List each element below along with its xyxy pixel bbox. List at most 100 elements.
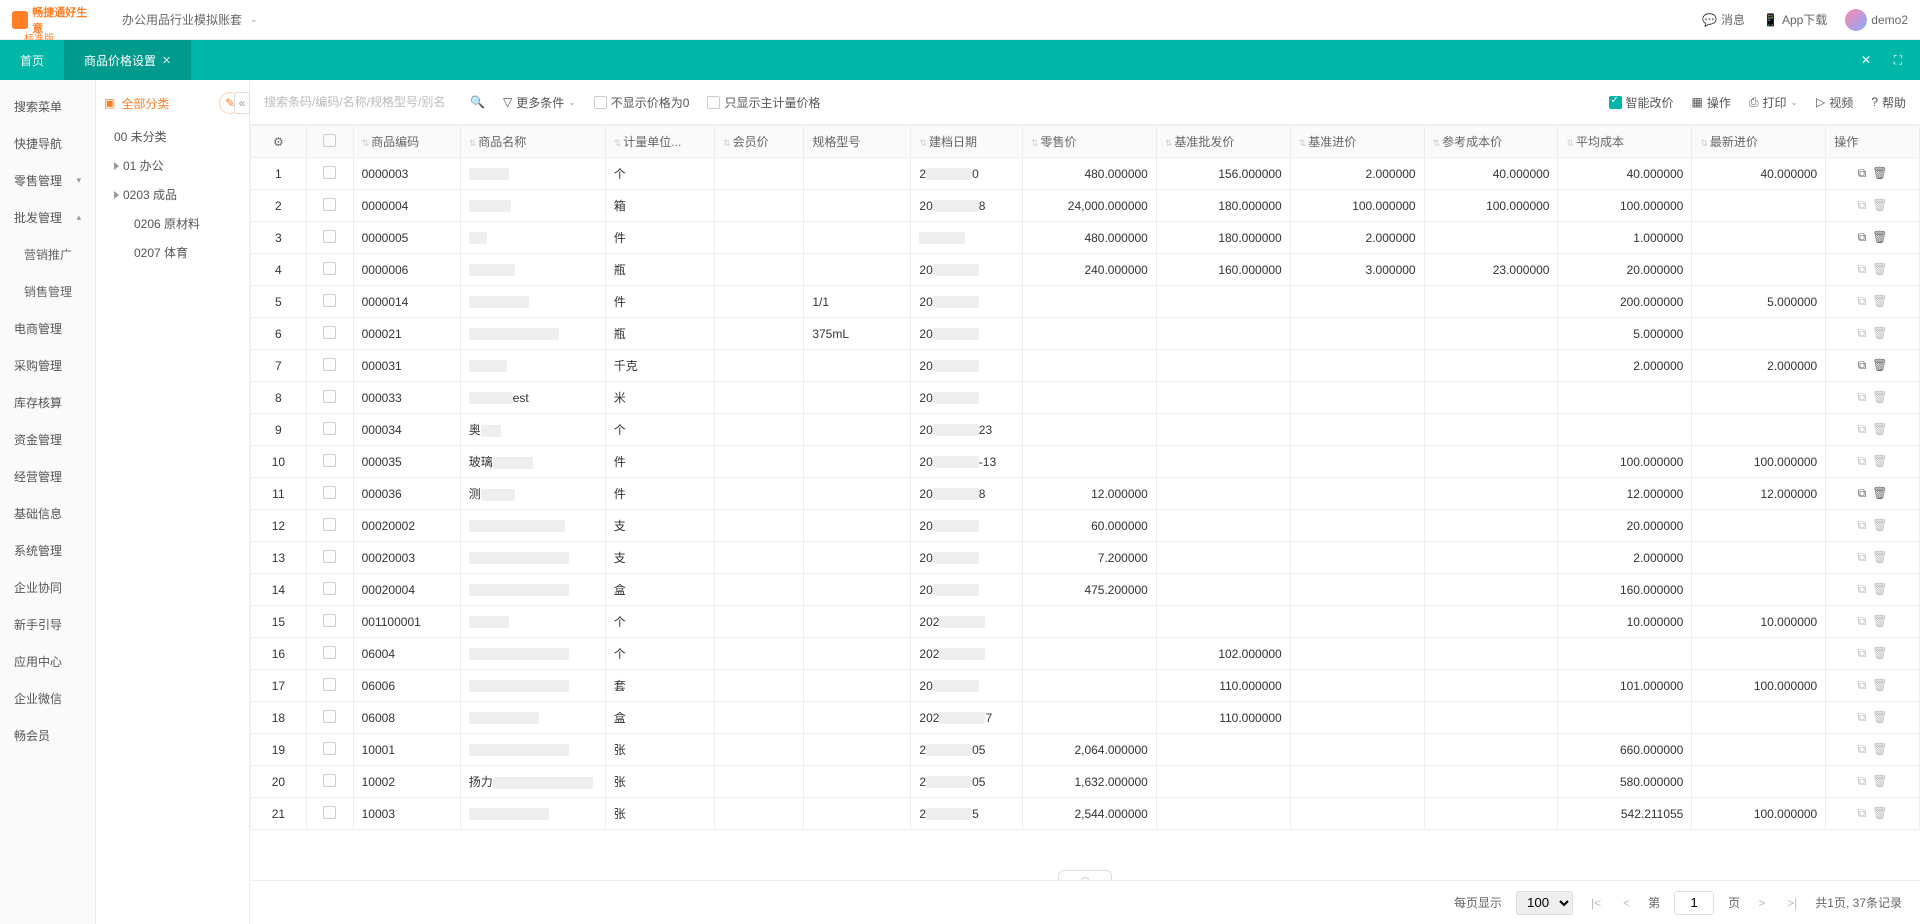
nav-item[interactable]: 畅会员 [0, 717, 95, 754]
copy-icon[interactable]: ⧉ [1858, 262, 1867, 277]
delete-icon[interactable]: 🗑 [1872, 390, 1887, 405]
copy-icon[interactable]: ⧉ [1858, 806, 1867, 821]
table-row[interactable]: 1200020002支2060.00000020.000000⧉🗑 [251, 510, 1920, 542]
next-page-button[interactable]: > [1754, 896, 1769, 910]
table-row[interactable]: 6000021瓶375mL205.000000⧉🗑 [251, 318, 1920, 350]
col-member[interactable]: ⇅会员价 [715, 126, 804, 158]
row-checkbox[interactable] [323, 454, 336, 467]
close-icon[interactable]: ✕ [162, 54, 171, 67]
row-checkbox[interactable] [323, 774, 336, 787]
row-checkbox[interactable] [323, 710, 336, 723]
table-row[interactable]: 50000014件1/120200.0000005.000000⧉🗑 [251, 286, 1920, 318]
copy-icon[interactable]: ⧉ [1858, 390, 1867, 405]
nav-item[interactable]: 快捷导航 [0, 125, 95, 162]
page-number-input[interactable] [1674, 891, 1714, 915]
table-row[interactable]: 9000034奥个2023⧉🗑 [251, 414, 1920, 446]
select-all-checkbox[interactable] [323, 134, 336, 147]
col-latest[interactable]: ⇅最新进价 [1692, 126, 1826, 158]
copy-icon[interactable]: ⧉ [1858, 198, 1867, 213]
delete-icon[interactable]: 🗑 [1872, 454, 1887, 469]
delete-icon[interactable]: 🗑 [1872, 582, 1887, 597]
col-avgcost[interactable]: ⇅平均成本 [1558, 126, 1692, 158]
delete-icon[interactable]: 🗑 [1872, 422, 1887, 437]
row-checkbox[interactable] [323, 422, 336, 435]
collapse-panel-button[interactable]: « [234, 92, 250, 114]
row-checkbox[interactable] [323, 262, 336, 275]
print-button[interactable]: ⎙ 打印 ⌄ [1749, 94, 1798, 111]
video-button[interactable]: ▷ 视频 [1816, 94, 1853, 111]
nav-subitem[interactable]: 营销推广 [0, 236, 95, 273]
row-checkbox[interactable] [323, 742, 336, 755]
delete-icon[interactable]: 🗑 [1872, 166, 1887, 181]
delete-icon[interactable]: 🗑 [1872, 230, 1887, 245]
col-purchase[interactable]: ⇅基准进价 [1290, 126, 1424, 158]
copy-icon[interactable]: ⧉ [1858, 742, 1867, 757]
smart-price-button[interactable]: 智能改价 [1609, 94, 1674, 111]
page-size-select[interactable]: 100 [1516, 891, 1573, 915]
nav-item[interactable]: 新手引导 [0, 606, 95, 643]
copy-icon[interactable]: ⧉ [1858, 582, 1867, 597]
app-download-button[interactable]: 📱 App下载 [1763, 11, 1827, 28]
copy-icon[interactable]: ⧉ [1858, 550, 1867, 565]
last-page-button[interactable]: >| [1783, 896, 1801, 910]
copy-icon[interactable]: ⧉ [1858, 518, 1867, 533]
table-row[interactable]: 10000035玻璃件20-13100.000000100.000000⧉🗑 [251, 446, 1920, 478]
nav-item[interactable]: 企业微信 [0, 680, 95, 717]
delete-icon[interactable]: 🗑 [1872, 678, 1887, 693]
first-page-button[interactable]: |< [1587, 896, 1605, 910]
table-row[interactable]: 10000003个20480.000000156.0000002.0000004… [251, 158, 1920, 190]
table-row[interactable]: 1606004个202102.000000⧉🗑 [251, 638, 1920, 670]
copy-icon[interactable]: ⧉ [1858, 710, 1867, 725]
table-row[interactable]: 7000031千克202.0000002.000000⧉🗑 [251, 350, 1920, 382]
delete-icon[interactable]: 🗑 [1872, 774, 1887, 789]
col-chk[interactable] [306, 126, 353, 158]
nav-item[interactable]: 搜索菜单 [0, 88, 95, 125]
help-button[interactable]: ? 帮助 [1871, 94, 1906, 111]
row-checkbox[interactable] [323, 486, 336, 499]
prev-page-button[interactable]: < [1619, 896, 1634, 910]
col-date[interactable]: ⇅建档日期 [911, 126, 1023, 158]
table-row[interactable]: 8000033est米20⧉🗑 [251, 382, 1920, 414]
row-checkbox[interactable] [323, 198, 336, 211]
workspace-selector[interactable]: 办公用品行业模拟账套 ⌄ [122, 11, 258, 28]
copy-icon[interactable]: ⧉ [1858, 422, 1867, 437]
copy-icon[interactable]: ⧉ [1858, 358, 1867, 373]
col-spec[interactable]: 规格型号 [804, 126, 911, 158]
table-row[interactable]: 1910001张2052,064.000000660.000000⧉🗑 [251, 734, 1920, 766]
category-node[interactable]: 01 办公 [110, 151, 241, 180]
col-name[interactable]: ⇅商品名称 [460, 126, 605, 158]
row-checkbox[interactable] [323, 390, 336, 403]
copy-icon[interactable]: ⧉ [1858, 326, 1867, 341]
row-checkbox[interactable] [323, 294, 336, 307]
tab-home[interactable]: 首页 [0, 40, 64, 80]
category-node[interactable]: 0207 体育 [110, 238, 241, 267]
col-op[interactable]: 操作 [1826, 126, 1920, 158]
nav-item[interactable]: 企业协同 [0, 569, 95, 606]
nav-item[interactable]: 资金管理 [0, 421, 95, 458]
table-row[interactable]: 1300020003支207.2000002.000000⧉🗑 [251, 542, 1920, 574]
user-menu[interactable]: demo2 [1845, 9, 1908, 31]
nav-item[interactable]: 应用中心 [0, 643, 95, 680]
tab-close-all-button[interactable]: ✕ [1852, 46, 1880, 74]
copy-icon[interactable]: ⧉ [1858, 454, 1867, 469]
hide-zero-checkbox[interactable]: 不显示价格为0 [594, 94, 690, 111]
col-retail[interactable]: ⇅零售价 [1022, 126, 1156, 158]
delete-icon[interactable]: 🗑 [1872, 262, 1887, 277]
nav-item[interactable]: 电商管理 [0, 310, 95, 347]
delete-icon[interactable]: 🗑 [1872, 806, 1887, 821]
copy-icon[interactable]: ⧉ [1858, 486, 1867, 501]
row-checkbox[interactable] [323, 166, 336, 179]
copy-icon[interactable]: ⧉ [1858, 646, 1867, 661]
copy-icon[interactable]: ⧉ [1858, 614, 1867, 629]
nav-item[interactable]: 系统管理 [0, 532, 95, 569]
row-checkbox[interactable] [323, 646, 336, 659]
nav-subitem[interactable]: 销售管理 [0, 273, 95, 310]
expand-handle[interactable]: ︿ [1058, 870, 1112, 880]
only-main-unit-checkbox[interactable]: 只显示主计量价格 [707, 94, 820, 111]
delete-icon[interactable]: 🗑 [1872, 646, 1887, 661]
delete-icon[interactable]: 🗑 [1872, 550, 1887, 565]
row-checkbox[interactable] [323, 678, 336, 691]
search-input[interactable] [264, 95, 464, 109]
data-table-wrap[interactable]: ⚙⇅商品编码⇅商品名称⇅计量单位...⇅会员价规格型号⇅建档日期⇅零售价⇅基准批… [250, 124, 1920, 880]
tab-price-settings[interactable]: 商品价格设置 ✕ [64, 40, 191, 80]
